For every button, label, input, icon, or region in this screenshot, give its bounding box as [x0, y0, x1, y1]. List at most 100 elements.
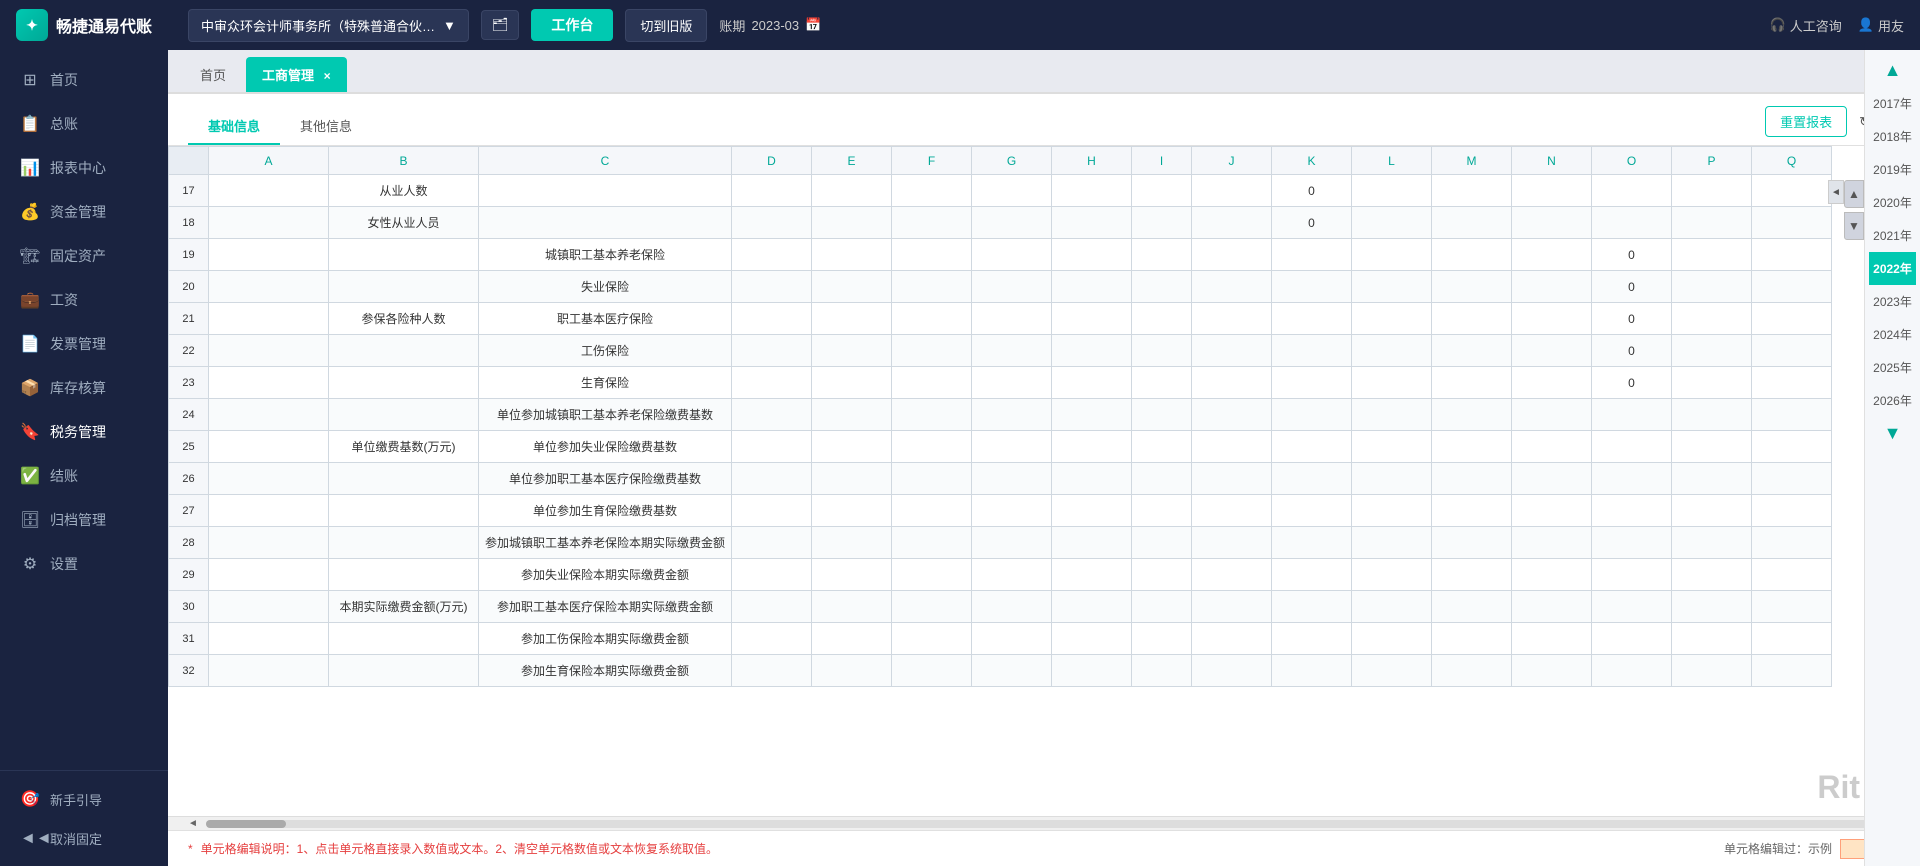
cell-17-E[interactable] — [812, 175, 892, 207]
cell-27-L[interactable] — [1352, 495, 1432, 527]
sidebar-item-reports[interactable]: 📊 报表中心 — [0, 146, 168, 190]
year-down-icon[interactable]: ▼ — [1865, 417, 1920, 450]
cell-23-I[interactable] — [1132, 367, 1192, 399]
cell-31-J[interactable] — [1192, 623, 1272, 655]
cell-18-I[interactable] — [1132, 207, 1192, 239]
cell-26-N[interactable] — [1512, 463, 1592, 495]
cell-21-N[interactable] — [1512, 303, 1592, 335]
cell-28-Q[interactable] — [1752, 527, 1832, 559]
cell-19-F[interactable] — [892, 239, 972, 271]
cell-29-Q[interactable] — [1752, 559, 1832, 591]
cell-20-J[interactable] — [1192, 271, 1272, 303]
cell-17-M[interactable] — [1432, 175, 1512, 207]
cell-26-M[interactable] — [1432, 463, 1512, 495]
cell-32-G[interactable] — [972, 655, 1052, 687]
cell-22-G[interactable] — [972, 335, 1052, 367]
cell-26-J[interactable] — [1192, 463, 1272, 495]
cell-19-E[interactable] — [812, 239, 892, 271]
cell-26-D[interactable] — [732, 463, 812, 495]
cell-18-D[interactable] — [732, 207, 812, 239]
cell-22-F[interactable] — [892, 335, 972, 367]
cell-28-M[interactable] — [1432, 527, 1512, 559]
sidebar-item-invoice[interactable]: 📄 发票管理 — [0, 322, 168, 366]
cell-31-P[interactable] — [1672, 623, 1752, 655]
sidebar-item-archive[interactable]: 🗄 归档管理 — [0, 498, 168, 542]
cell-20-D[interactable] — [732, 271, 812, 303]
cell-18-M[interactable] — [1432, 207, 1512, 239]
cell-18-Q[interactable] — [1752, 207, 1832, 239]
cell-22-Q[interactable] — [1752, 335, 1832, 367]
cell-17-L[interactable] — [1352, 175, 1432, 207]
cell-25-F[interactable] — [892, 431, 972, 463]
cell-29-N[interactable] — [1512, 559, 1592, 591]
cell-24-P[interactable] — [1672, 399, 1752, 431]
sidebar-item-tax[interactable]: 🔖 税务管理 — [0, 410, 168, 454]
cell-28-L[interactable] — [1352, 527, 1432, 559]
cell-32-C[interactable]: 参加生育保险本期实际缴费金额 — [479, 655, 732, 687]
cell-23-F[interactable] — [892, 367, 972, 399]
cell-31-E[interactable] — [812, 623, 892, 655]
cell-17-B[interactable]: 从业人数 — [329, 175, 479, 207]
cell-23-N[interactable] — [1512, 367, 1592, 399]
cell-20-M[interactable] — [1432, 271, 1512, 303]
cell-19-J[interactable] — [1192, 239, 1272, 271]
cell-19-C[interactable]: 城镇职工基本养老保险 — [479, 239, 732, 271]
switch-old-button[interactable]: 切到旧版 — [625, 9, 707, 42]
cell-30-F[interactable] — [892, 591, 972, 623]
cell-30-Q[interactable] — [1752, 591, 1832, 623]
cell-19-H[interactable] — [1052, 239, 1132, 271]
cell-27-P[interactable] — [1672, 495, 1752, 527]
cell-24-H[interactable] — [1052, 399, 1132, 431]
year-item-2023年[interactable]: 2023年 — [1869, 285, 1916, 318]
cell-29-B[interactable] — [329, 559, 479, 591]
cell-27-N[interactable] — [1512, 495, 1592, 527]
cell-26-K[interactable] — [1272, 463, 1352, 495]
cell-31-D[interactable] — [732, 623, 812, 655]
cell-25-K[interactable] — [1272, 431, 1352, 463]
cell-30-E[interactable] — [812, 591, 892, 623]
cell-25-I[interactable] — [1132, 431, 1192, 463]
cell-17-D[interactable] — [732, 175, 812, 207]
cell-26-H[interactable] — [1052, 463, 1132, 495]
cell-32-M[interactable] — [1432, 655, 1512, 687]
cell-21-D[interactable] — [732, 303, 812, 335]
cell-20-O[interactable]: 0 — [1592, 271, 1672, 303]
cell-25-E[interactable] — [812, 431, 892, 463]
cell-30-O[interactable] — [1592, 591, 1672, 623]
cell-29-G[interactable] — [972, 559, 1052, 591]
company-selector[interactable]: 中审众环会计师事务所（特殊普通合伙… ▼ — [188, 9, 469, 42]
cell-21-E[interactable] — [812, 303, 892, 335]
cell-22-O[interactable]: 0 — [1592, 335, 1672, 367]
consult-item[interactable]: 🎧 人工咨询 — [1770, 16, 1842, 35]
cell-28-B[interactable] — [329, 527, 479, 559]
cell-24-M[interactable] — [1432, 399, 1512, 431]
cell-21-Q[interactable] — [1752, 303, 1832, 335]
cell-22-P[interactable] — [1672, 335, 1752, 367]
cell-25-H[interactable] — [1052, 431, 1132, 463]
cell-25-G[interactable] — [972, 431, 1052, 463]
cell-19-P[interactable] — [1672, 239, 1752, 271]
cell-26-B[interactable] — [329, 463, 479, 495]
cell-28-E[interactable] — [812, 527, 892, 559]
cell-20-G[interactable] — [972, 271, 1052, 303]
cell-29-J[interactable] — [1192, 559, 1272, 591]
cell-25-L[interactable] — [1352, 431, 1432, 463]
year-item-2019年[interactable]: 2019年 — [1869, 153, 1916, 186]
reset-report-button[interactable]: 重置报表 — [1765, 106, 1847, 137]
user-item[interactable]: 👤 用友 — [1858, 16, 1904, 35]
scroll-thumb[interactable] — [206, 820, 286, 828]
cell-20-K[interactable] — [1272, 271, 1352, 303]
cell-22-H[interactable] — [1052, 335, 1132, 367]
cell-20-I[interactable] — [1132, 271, 1192, 303]
cell-21-J[interactable] — [1192, 303, 1272, 335]
cell-29-O[interactable] — [1592, 559, 1672, 591]
cell-21-I[interactable] — [1132, 303, 1192, 335]
cell-17-Q[interactable] — [1752, 175, 1832, 207]
cell-19-I[interactable] — [1132, 239, 1192, 271]
cell-21-K[interactable] — [1272, 303, 1352, 335]
cell-32-F[interactable] — [892, 655, 972, 687]
cell-27-C[interactable]: 单位参加生育保险缴费基数 — [479, 495, 732, 527]
cell-25-P[interactable] — [1672, 431, 1752, 463]
cell-32-N[interactable] — [1512, 655, 1592, 687]
cell-30-G[interactable] — [972, 591, 1052, 623]
